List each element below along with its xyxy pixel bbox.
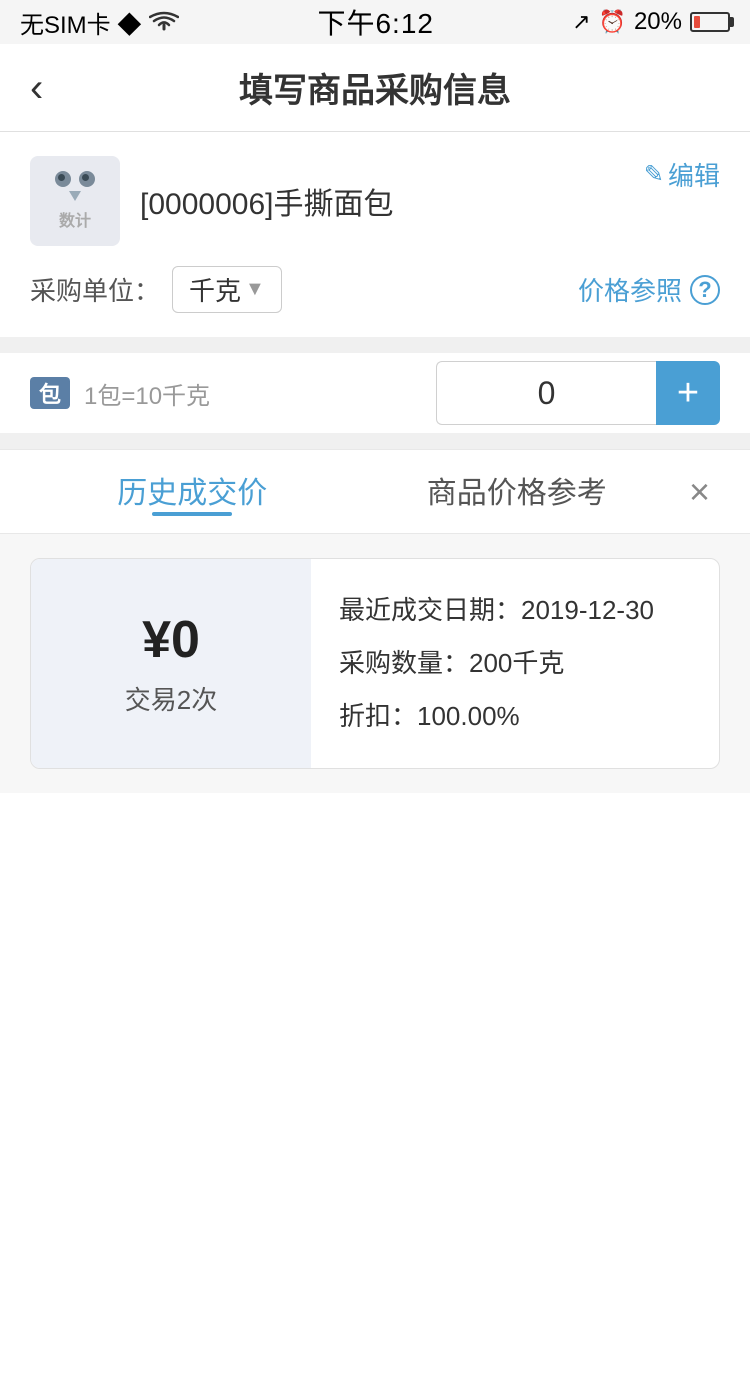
alarm-icon: ⏰ xyxy=(599,9,626,35)
status-left: 无SIM卡 ◆ xyxy=(20,5,179,40)
recent-date-row: 最近成交日期：2019-12-30 xyxy=(339,591,691,630)
tabs-header: 历史成交价 商品价格参考 × xyxy=(0,450,750,534)
battery-percent: 20% xyxy=(634,8,682,36)
tab-price-reference[interactable]: 商品价格参考 xyxy=(354,468,678,516)
battery-icon xyxy=(690,12,730,32)
unit-left: 采购单位： 千克 ▼ xyxy=(30,266,282,313)
price-reference-button[interactable]: 价格参照 ? xyxy=(578,271,720,308)
tab-history-price[interactable]: 历史成交价 xyxy=(30,468,354,516)
card-right: 最近成交日期：2019-12-30 采购数量：200千克 折扣：100.00% xyxy=(311,559,719,768)
quantity-section: 包 1包=10千克 + xyxy=(0,353,750,433)
white-area xyxy=(0,793,750,1393)
nav-bar: ‹ 填写商品采购信息 xyxy=(0,44,750,132)
unit-label: 采购单位： xyxy=(30,271,160,308)
product-section: 数计 [0000006]手撕面包 ✎ 编辑 采购单位： 千克 ▼ 价格参照 ? xyxy=(0,132,750,337)
wifi-icon xyxy=(149,11,179,33)
product-thumbnail: 数计 xyxy=(30,156,120,246)
edit-icon: ✎ xyxy=(644,160,664,189)
carrier-text: 无SIM卡 ◆ xyxy=(20,5,141,40)
tabs-section: 历史成交价 商品价格参考 × ¥0 交易2次 最近成交日期：2019-12-30… xyxy=(0,449,750,793)
discount-row: 折扣：100.00% xyxy=(339,697,691,736)
unit-row: 采购单位： 千克 ▼ 价格参照 ? xyxy=(30,266,720,313)
status-right: ↗ ⏰ 20% xyxy=(572,8,730,36)
dropdown-arrow-icon: ▼ xyxy=(245,278,265,301)
history-card: ¥0 交易2次 最近成交日期：2019-12-30 采购数量：200千克 折扣：… xyxy=(30,558,720,769)
card-price: ¥0 xyxy=(142,610,200,670)
tabs-close-button[interactable]: × xyxy=(679,471,720,513)
plus-icon: + xyxy=(677,374,699,412)
page-title: 填写商品采购信息 xyxy=(239,63,511,112)
location-icon: ↗ xyxy=(572,9,590,35)
unit-selector[interactable]: 千克 ▼ xyxy=(172,266,282,313)
tab-active-indicator xyxy=(152,512,232,516)
status-time: 下午6:12 xyxy=(317,2,434,42)
edit-button[interactable]: ✎ 编辑 xyxy=(644,156,720,193)
card-area: ¥0 交易2次 最近成交日期：2019-12-30 采购数量：200千克 折扣：… xyxy=(0,534,750,793)
section-divider xyxy=(0,337,750,353)
quantity-plus-button[interactable]: + xyxy=(656,361,720,425)
product-name: [0000006]手撕面包 xyxy=(140,179,393,223)
package-icon: 包 xyxy=(30,377,70,409)
quantity-label: 包 1包=10千克 xyxy=(30,376,210,411)
product-header: 数计 [0000006]手撕面包 ✎ 编辑 xyxy=(30,156,720,246)
card-left: ¥0 交易2次 xyxy=(31,559,311,768)
card-trades: 交易2次 xyxy=(125,680,217,717)
unit-value: 千克 xyxy=(189,271,241,308)
help-icon: ? xyxy=(690,275,720,305)
product-left: 数计 [0000006]手撕面包 xyxy=(30,156,393,246)
status-bar: 无SIM卡 ◆ 下午6:12 ↗ ⏰ 20% xyxy=(0,0,750,44)
price-ref-label: 价格参照 xyxy=(578,271,682,308)
quantity-input[interactable] xyxy=(436,361,656,425)
quantity-input-wrap: + xyxy=(436,361,720,425)
package-conversion: 1包=10千克 xyxy=(84,376,210,411)
purchase-qty-row: 采购数量：200千克 xyxy=(339,644,691,683)
back-button[interactable]: ‹ xyxy=(30,68,43,108)
